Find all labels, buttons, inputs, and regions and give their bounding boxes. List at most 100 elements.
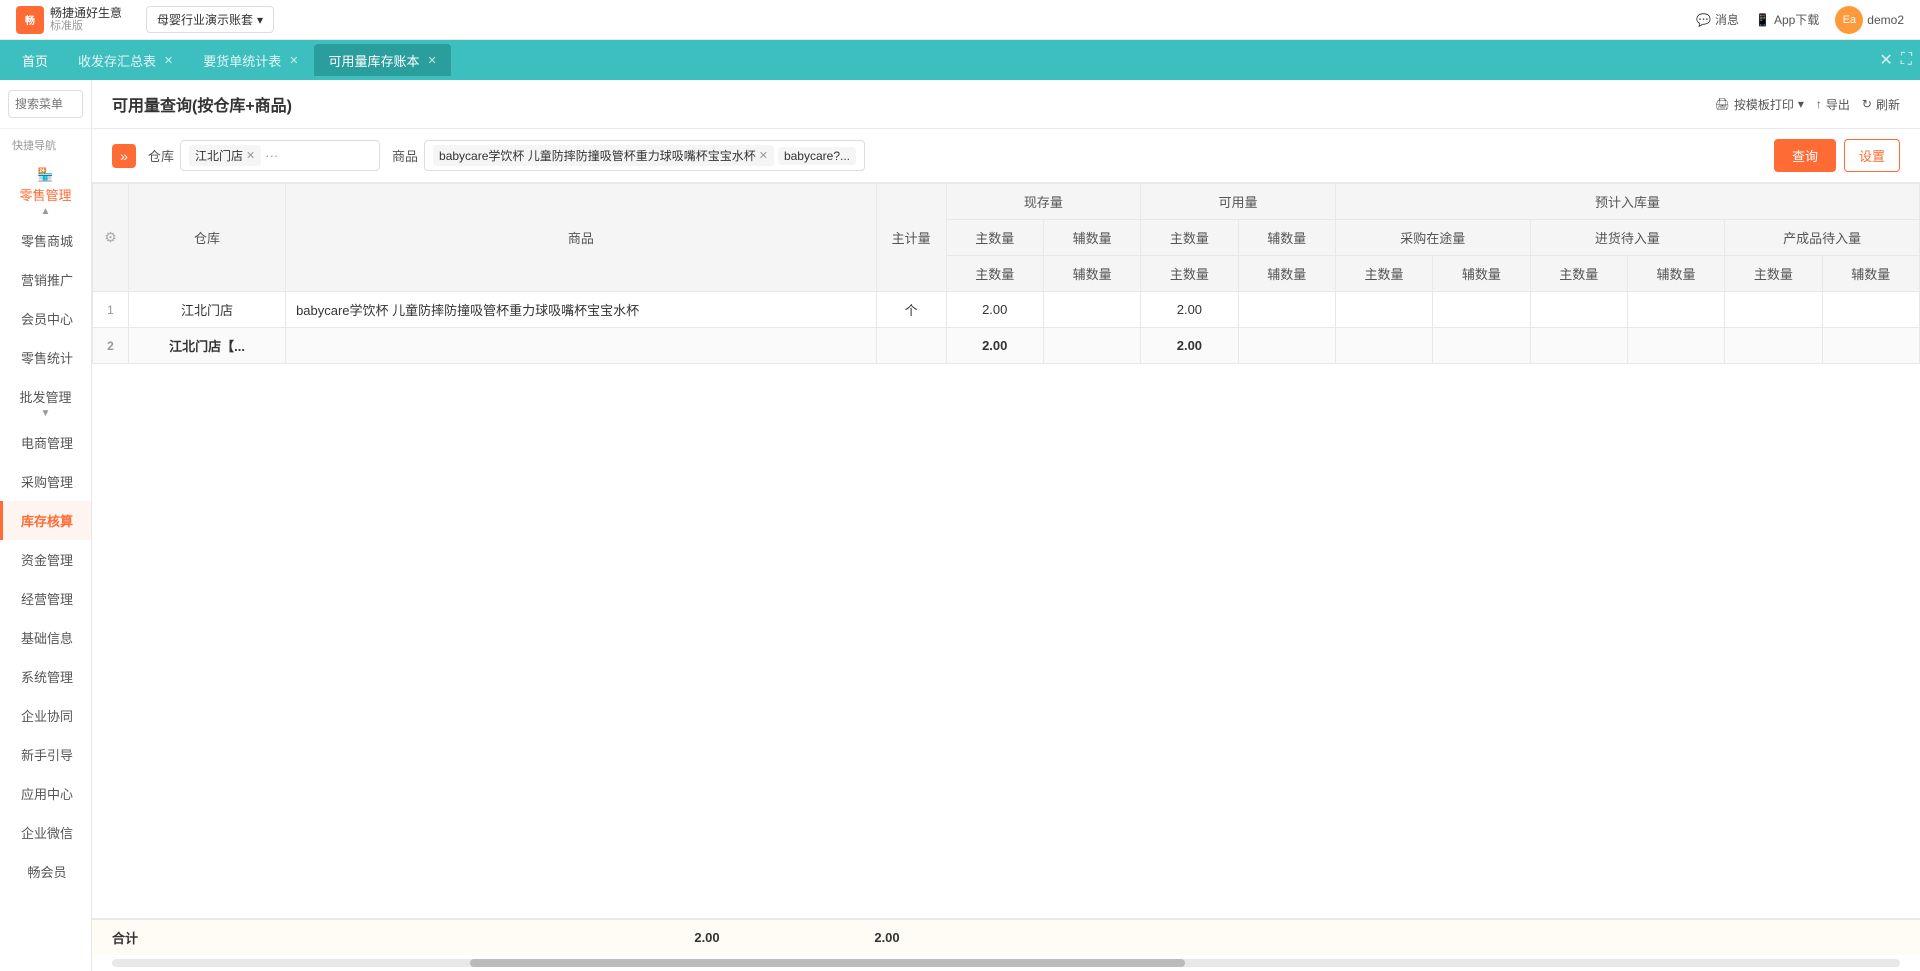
tab-home[interactable]: 首页 xyxy=(8,44,62,76)
sidebar-item-inventory[interactable]: 库存核算 xyxy=(0,501,91,540)
sidebar-item-retail-stats[interactable]: 零售统计 xyxy=(0,338,91,377)
tab-available[interactable]: 可用量库存账本 ✕ xyxy=(314,44,450,76)
top-bar-left: 畅 畅捷通好生意 标准版 母婴行业演示账套 ▾ xyxy=(16,6,274,34)
message-btn[interactable]: 💬 消息 xyxy=(1696,11,1739,28)
app-icon: 📱 xyxy=(1755,13,1770,27)
sidebar-item-wholesale-mgmt[interactable]: 批发管理 ▼ xyxy=(0,377,91,423)
user-profile[interactable]: Ea demo2 xyxy=(1835,6,1904,34)
th-stock-main-2: 主数量 xyxy=(946,256,1043,292)
th-product: 商品 xyxy=(286,184,877,292)
tab-order-stats-close[interactable]: ✕ xyxy=(289,54,298,67)
tab-summary[interactable]: 收发存汇总表 ✕ xyxy=(64,44,187,76)
sidebar-item-retail-mgmt[interactable]: 🏪 零售管理 ▲ xyxy=(0,157,91,221)
sidebar-item-system-mgmt[interactable]: 系统管理 xyxy=(0,657,91,696)
brand-name: 畅捷通好生意 xyxy=(50,6,122,20)
export-label: 导出 xyxy=(1826,96,1850,113)
row1-incoming-sub xyxy=(1627,292,1724,328)
page-actions: 🖨 按模板打印 ▾ ↑ 导出 ↻ 刷新 xyxy=(1715,96,1900,113)
tab-summary-close[interactable]: ✕ xyxy=(164,54,173,67)
sidebar-item-newbie-label: 新手引导 xyxy=(21,745,73,764)
sidebar-item-marketing[interactable]: 营销推广 xyxy=(0,260,91,299)
query-btn[interactable]: 查询 xyxy=(1774,139,1836,172)
row1-product: babycare学饮杯 儿童防摔防撞吸管杯重力球吸嘴杯宝宝水杯 xyxy=(286,292,877,328)
sidebar-item-basic-info[interactable]: 基础信息 xyxy=(0,618,91,657)
sidebar-item-purchase[interactable]: 采购管理 xyxy=(0,462,91,501)
print-btn[interactable]: 🖨 按模板打印 ▾ xyxy=(1715,96,1804,113)
tab-available-close[interactable]: ✕ xyxy=(428,54,437,67)
row2-production-main xyxy=(1725,328,1822,364)
sidebar-item-ops-mgmt[interactable]: 经营管理 xyxy=(0,579,91,618)
warehouse-label: 仓库 xyxy=(148,146,174,165)
row1-warehouse: 江北门店 xyxy=(129,292,286,328)
brand-icon: 畅 xyxy=(16,6,44,34)
sidebar-item-app-center-label: 应用中心 xyxy=(21,784,73,803)
refresh-btn[interactable]: ↻ 刷新 xyxy=(1862,96,1900,113)
industry-selector[interactable]: 母婴行业演示账套 ▾ xyxy=(146,6,274,33)
user-name: demo2 xyxy=(1867,13,1904,27)
sidebar-item-wechat[interactable]: 企业微信 xyxy=(0,813,91,852)
tab-home-label: 首页 xyxy=(22,51,48,70)
sidebar-item-ecommerce[interactable]: 电商管理 xyxy=(0,423,91,462)
sidebar-item-member2-label: 畅会员 xyxy=(27,862,66,881)
sidebar-item-wechat-label: 企业微信 xyxy=(21,823,73,842)
th-production-sub: 辅数量 xyxy=(1822,256,1919,292)
export-btn[interactable]: ↑ 导出 xyxy=(1816,96,1850,113)
filter-actions: 查询 设置 xyxy=(1774,139,1900,172)
th-incoming-sub: 辅数量 xyxy=(1627,256,1724,292)
product-tag-1: babycare学饮杯 儿童防摔防撞吸管杯重力球吸嘴杯宝宝水杯 ✕ xyxy=(433,145,774,166)
sidebar-item-member[interactable]: 会员中心 xyxy=(0,299,91,338)
filter-product-group: 商品 babycare学饮杯 儿童防摔防撞吸管杯重力球吸嘴杯宝宝水杯 ✕ bab… xyxy=(392,140,865,171)
sidebar-search-wrap xyxy=(0,80,91,129)
th-stock-group: 现存量 xyxy=(946,184,1141,220)
refresh-label: 刷新 xyxy=(1876,96,1900,113)
table-wrap: ⚙ 仓库 商品 主计量 现存量 可用量 预计入库量 主数量 辅数量 主数量 辅数… xyxy=(92,183,1920,918)
tab-fullscreen-icon[interactable]: ⛶ xyxy=(1901,51,1912,69)
footer-scroll xyxy=(92,955,1920,971)
top-bar: 畅 畅捷通好生意 标准版 母婴行业演示账套 ▾ 💬 消息 📱 App下载 Ea … xyxy=(0,0,1920,40)
warehouse-input[interactable]: 江北门店 ✕ ··· xyxy=(180,140,380,171)
row1-production-sub xyxy=(1822,292,1919,328)
warehouse-tag-1-remove[interactable]: ✕ xyxy=(246,149,255,162)
th-stock-sub: 辅数量 xyxy=(1043,220,1140,256)
tab-order-stats[interactable]: 要货单统计表 ✕ xyxy=(189,44,312,76)
print-label: 按模板打印 xyxy=(1734,96,1794,113)
sidebar-item-member2[interactable]: 畅会员 xyxy=(0,852,91,891)
th-incoming-main: 主数量 xyxy=(1530,256,1627,292)
row1-purchase-main xyxy=(1335,292,1432,328)
data-table: ⚙ 仓库 商品 主计量 现存量 可用量 预计入库量 主数量 辅数量 主数量 辅数… xyxy=(92,183,1920,364)
th-avail-main-2: 主数量 xyxy=(1141,256,1238,292)
tab-close-all-icon[interactable]: ✕ xyxy=(1879,50,1892,70)
th-purchase-main: 主数量 xyxy=(1335,256,1432,292)
app-download-btn[interactable]: 📱 App下载 xyxy=(1755,11,1819,28)
filter-expand-btn[interactable]: » xyxy=(112,144,136,168)
product-tag-1-remove[interactable]: ✕ xyxy=(759,149,768,162)
settings-btn[interactable]: 设置 xyxy=(1844,139,1900,172)
product-input[interactable]: babycare学饮杯 儿童防摔防撞吸管杯重力球吸嘴杯宝宝水杯 ✕ babyca… xyxy=(424,140,865,171)
page-header: 可用量查询(按仓库+商品) 🖨 按模板打印 ▾ ↑ 导出 ↻ 刷新 xyxy=(92,80,1920,129)
sidebar: 快捷导航 🏪 零售管理 ▲ 零售商城 营销推广 会员中心 零售统计 批发管理 ▼… xyxy=(0,80,92,971)
row2-unit xyxy=(876,328,946,364)
sidebar-search-input[interactable] xyxy=(8,90,83,118)
row1-unit: 个 xyxy=(876,292,946,328)
main-layout: 快捷导航 🏪 零售管理 ▲ 零售商城 营销推广 会员中心 零售统计 批发管理 ▼… xyxy=(0,80,1920,971)
scroll-track[interactable] xyxy=(112,959,1900,967)
sidebar-item-finance[interactable]: 资金管理 xyxy=(0,540,91,579)
top-bar-right: 💬 消息 📱 App下载 Ea demo2 xyxy=(1696,6,1904,34)
th-purchase-group: 采购在途量 xyxy=(1335,220,1530,256)
sidebar-item-retail-mgmt-label: 零售管理 xyxy=(19,185,71,204)
sidebar-item-enterprise-label: 企业协同 xyxy=(21,706,73,725)
export-icon: ↑ xyxy=(1816,97,1822,111)
th-settings[interactable]: ⚙ xyxy=(93,184,129,292)
brand-logo: 畅 畅捷通好生意 标准版 xyxy=(16,6,122,34)
dropdown-icon: ▾ xyxy=(257,13,263,27)
th-stock-sub-2: 辅数量 xyxy=(1043,256,1140,292)
scroll-thumb[interactable] xyxy=(470,959,1185,967)
sidebar-item-newbie[interactable]: 新手引导 xyxy=(0,735,91,774)
row2-product xyxy=(286,328,877,364)
nav-tabs: 首页 收发存汇总表 ✕ 要货单统计表 ✕ 可用量库存账本 ✕ ✕ ⛶ xyxy=(0,40,1920,80)
row2-stock-main: 2.00 xyxy=(946,328,1043,364)
sidebar-item-app-center[interactable]: 应用中心 xyxy=(0,774,91,813)
sidebar-item-retail-mall[interactable]: 零售商城 xyxy=(0,221,91,260)
warehouse-dots[interactable]: ··· xyxy=(265,148,278,163)
sidebar-item-enterprise[interactable]: 企业协同 xyxy=(0,696,91,735)
